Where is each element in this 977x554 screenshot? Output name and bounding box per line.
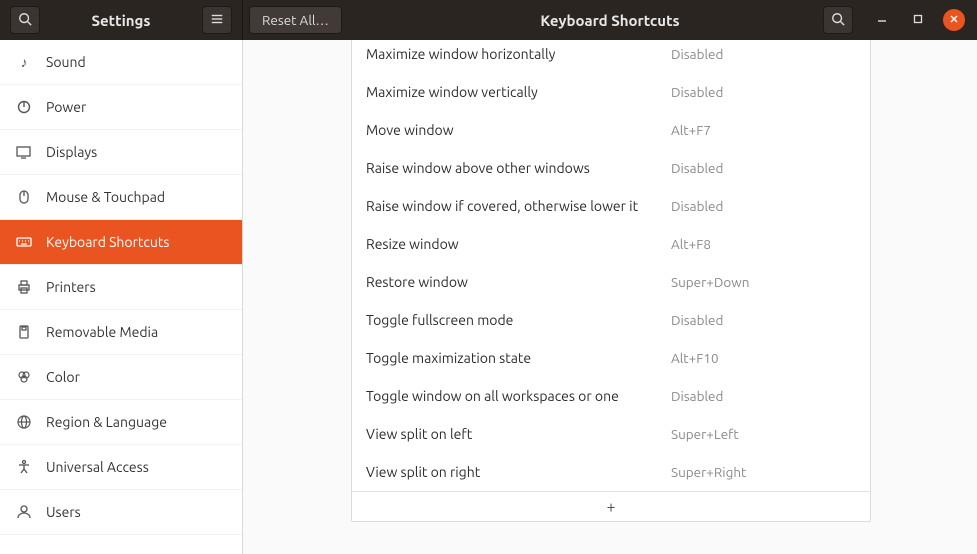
sidebar-item-label: Removable Media bbox=[46, 324, 158, 340]
sidebar-item-keyboard-shortcuts[interactable]: Keyboard Shortcuts bbox=[0, 220, 242, 265]
shortcut-accel: Alt+F10 bbox=[671, 350, 719, 366]
titlebar-left: Settings bbox=[0, 0, 243, 40]
shortcut-row[interactable]: Toggle window on all workspaces or one D… bbox=[352, 377, 870, 415]
shortcut-accel: Disabled bbox=[671, 46, 723, 62]
shortcut-label: View split on right bbox=[366, 464, 671, 480]
color-icon bbox=[16, 369, 32, 385]
sidebar-item-removable-media[interactable]: Removable Media bbox=[0, 310, 242, 355]
shortcut-label: Maximize window horizontally bbox=[366, 46, 671, 62]
minimize-button[interactable] bbox=[871, 9, 893, 31]
displays-icon bbox=[16, 144, 32, 160]
app-title: Settings bbox=[44, 12, 198, 29]
shortcut-accel: Disabled bbox=[671, 84, 723, 100]
shortcut-row[interactable]: Restore window Super+Down bbox=[352, 263, 870, 301]
plus-icon: + bbox=[606, 498, 615, 516]
hamburger-menu-button[interactable] bbox=[202, 6, 232, 34]
minimize-icon bbox=[877, 14, 887, 27]
globe-icon bbox=[16, 414, 32, 430]
shortcuts-panel: Maximize window horizontally Disabled Ma… bbox=[351, 40, 871, 522]
sidebar-item-label: Mouse & Touchpad bbox=[46, 189, 165, 205]
shortcut-label: Restore window bbox=[366, 274, 671, 290]
printer-icon bbox=[16, 279, 32, 295]
shortcut-accel: Disabled bbox=[671, 198, 723, 214]
removable-media-icon bbox=[16, 324, 32, 340]
add-shortcut-button[interactable]: + bbox=[352, 491, 870, 521]
sidebar-item-sound[interactable]: ♪ Sound bbox=[0, 40, 242, 85]
close-icon bbox=[949, 14, 959, 27]
user-icon bbox=[16, 504, 32, 520]
music-note-icon: ♪ bbox=[16, 54, 32, 70]
shortcut-row[interactable]: View split on right Super+Right bbox=[352, 453, 870, 491]
shortcut-label: Toggle window on all workspaces or one bbox=[366, 388, 671, 404]
titlebar-right: Reset All… Keyboard Shortcuts bbox=[243, 0, 977, 40]
shortcut-accel: Alt+F7 bbox=[671, 122, 711, 138]
shortcut-label: Toggle fullscreen mode bbox=[366, 312, 671, 328]
titlebar: Settings Reset All… Keyboard Shortcuts bbox=[0, 0, 977, 40]
sidebar-item-label: Sound bbox=[46, 54, 86, 70]
accessibility-icon bbox=[16, 459, 32, 475]
sidebar-item-printers[interactable]: Printers bbox=[0, 265, 242, 310]
shortcut-accel: Disabled bbox=[671, 388, 723, 404]
shortcut-row[interactable]: Move window Alt+F7 bbox=[352, 111, 870, 149]
keyboard-icon bbox=[16, 234, 32, 250]
search-icon bbox=[831, 12, 845, 29]
sidebar-item-label: Region & Language bbox=[46, 414, 167, 430]
sidebar-item-color[interactable]: Color bbox=[0, 355, 242, 400]
sidebar-item-users[interactable]: Users bbox=[0, 490, 242, 535]
main-content: Maximize window horizontally Disabled Ma… bbox=[243, 40, 977, 554]
shortcut-row[interactable]: View split on left Super+Left bbox=[352, 415, 870, 453]
hamburger-icon bbox=[210, 12, 224, 29]
power-icon bbox=[16, 99, 32, 115]
reset-all-label: Reset All… bbox=[262, 12, 329, 28]
shortcut-accel: Disabled bbox=[671, 312, 723, 328]
sidebar-item-region-language[interactable]: Region & Language bbox=[0, 400, 242, 445]
shortcut-accel: Super+Down bbox=[671, 274, 749, 290]
close-button[interactable] bbox=[943, 9, 965, 31]
sidebar-item-label: Color bbox=[46, 369, 80, 385]
sidebar-item-displays[interactable]: Displays bbox=[0, 130, 242, 175]
shortcut-label: Raise window if covered, otherwise lower… bbox=[366, 198, 671, 214]
sidebar-item-label: Keyboard Shortcuts bbox=[46, 234, 169, 250]
shortcut-row[interactable]: Toggle maximization state Alt+F10 bbox=[352, 339, 870, 377]
search-icon bbox=[18, 12, 32, 29]
reset-all-button[interactable]: Reset All… bbox=[249, 6, 342, 34]
maximize-icon bbox=[913, 14, 923, 27]
sidebar: ♪ Sound Power Displays Mouse & Touch bbox=[0, 40, 243, 554]
shortcut-label: Resize window bbox=[366, 236, 671, 252]
shortcut-row[interactable]: Maximize window horizontally Disabled bbox=[352, 40, 870, 73]
shortcut-row[interactable]: Raise window above other windows Disable… bbox=[352, 149, 870, 187]
sidebar-item-universal-access[interactable]: Universal Access bbox=[0, 445, 242, 490]
sidebar-item-power[interactable]: Power bbox=[0, 85, 242, 130]
shortcut-label: Toggle maximization state bbox=[366, 350, 671, 366]
search-button[interactable] bbox=[10, 6, 40, 34]
shortcut-row[interactable]: Toggle fullscreen mode Disabled bbox=[352, 301, 870, 339]
shortcut-accel: Alt+F8 bbox=[671, 236, 711, 252]
sidebar-item-label: Displays bbox=[46, 144, 97, 160]
shortcut-accel: Disabled bbox=[671, 160, 723, 176]
shortcut-accel: Super+Left bbox=[671, 426, 739, 442]
shortcut-label: Raise window above other windows bbox=[366, 160, 671, 176]
shortcut-row[interactable]: Raise window if covered, otherwise lower… bbox=[352, 187, 870, 225]
shortcut-label: Move window bbox=[366, 122, 671, 138]
shortcut-label: View split on left bbox=[366, 426, 671, 442]
shortcut-label: Maximize window vertically bbox=[366, 84, 671, 100]
sidebar-item-label: Power bbox=[46, 99, 86, 115]
sidebar-item-mouse[interactable]: Mouse & Touchpad bbox=[0, 175, 242, 220]
maximize-button[interactable] bbox=[907, 9, 929, 31]
shortcut-row[interactable]: Maximize window vertically Disabled bbox=[352, 73, 870, 111]
sidebar-item-label: Universal Access bbox=[46, 459, 149, 475]
sidebar-item-label: Users bbox=[46, 504, 81, 520]
sidebar-item-label: Printers bbox=[46, 279, 96, 295]
mouse-icon bbox=[16, 189, 32, 205]
window-controls bbox=[819, 6, 971, 34]
shortcut-row[interactable]: Resize window Alt+F8 bbox=[352, 225, 870, 263]
shortcut-accel: Super+Right bbox=[671, 464, 746, 480]
header-search-button[interactable] bbox=[823, 6, 853, 34]
